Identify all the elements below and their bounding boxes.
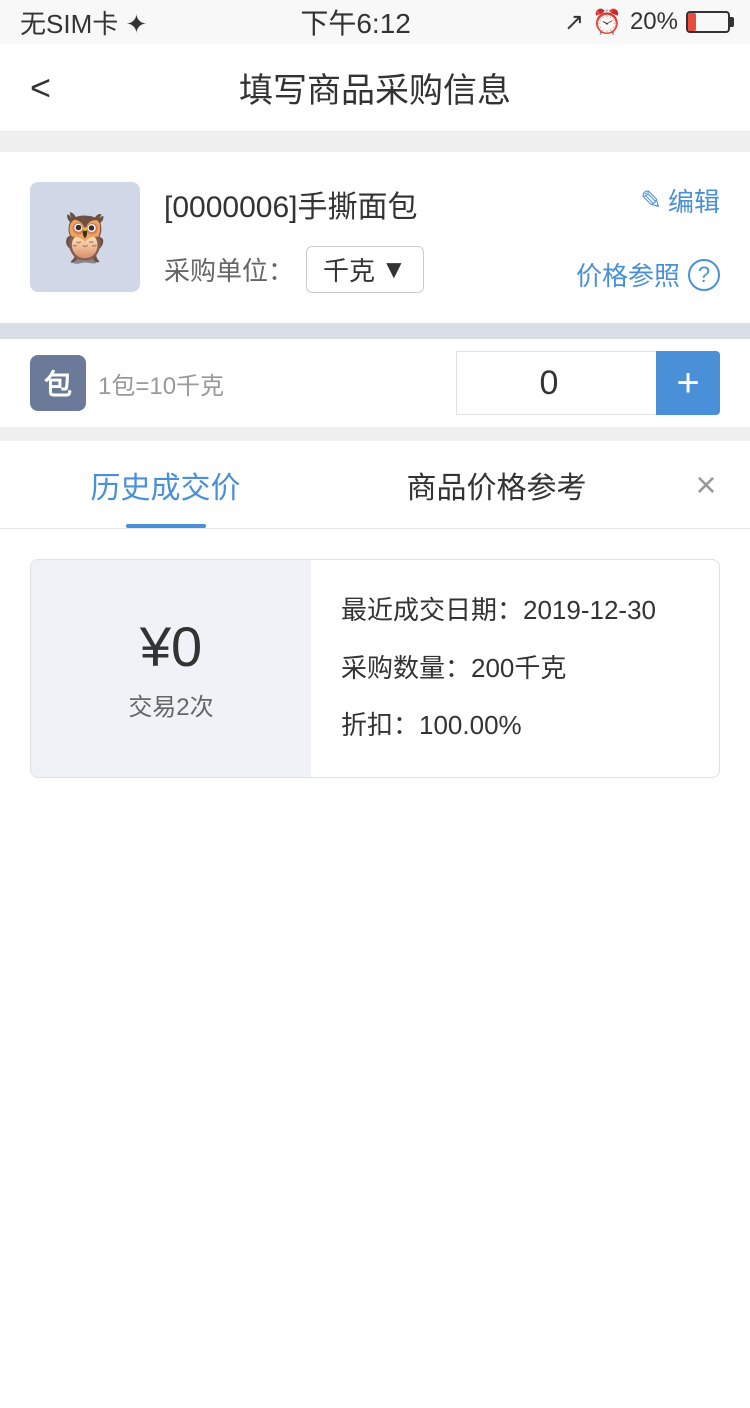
product-name: [0000006]手撕面包 <box>164 182 720 226</box>
status-left: 无SIM卡 ✦ <box>20 4 147 41</box>
quantity-input-group[interactable]: + <box>456 351 720 415</box>
dropdown-icon: ▼ <box>381 254 407 285</box>
location-icon: ↗ <box>564 8 584 37</box>
page-header: < 填写商品采购信息 <box>0 44 750 132</box>
edit-label: 编辑 <box>668 182 720 219</box>
unit-value: 千克 <box>323 251 375 288</box>
edit-button[interactable]: ✎ 编辑 <box>640 182 720 219</box>
quantity-unit-box: 包 <box>30 355 86 411</box>
transaction-count: 交易2次 <box>128 687 213 722</box>
tab-product-price-reference[interactable]: 商品价格参考 <box>331 441 662 528</box>
purchase-qty-row: 采购数量：200千克 <box>341 648 689 690</box>
price-value-display: ¥0 <box>140 614 202 679</box>
quantity-label: 包 1包=10千克 <box>30 355 224 411</box>
tab-historical-label: 历史成交价 <box>91 463 241 507</box>
price-card: ¥0 交易2次 最近成交日期：2019-12-30 采购数量：200千克 折扣：… <box>30 559 720 778</box>
section-divider <box>0 323 750 339</box>
main-content-bg <box>0 808 750 1408</box>
tab-product-label: 商品价格参考 <box>407 463 587 507</box>
edit-icon: ✎ <box>640 185 662 216</box>
help-icon: ? <box>688 259 720 291</box>
quantity-input[interactable] <box>456 351 656 415</box>
recent-date-row: 最近成交日期：2019-12-30 <box>341 590 689 632</box>
price-summary: ¥0 交易2次 <box>31 560 311 777</box>
purchase-qty-value: 200千克 <box>471 653 566 683</box>
carrier-text: 无SIM卡 ✦ <box>20 4 147 41</box>
product-card: 🦉 [0000006]手撕面包 采购单位： 千克 ▼ ✎ 编辑 价格参照 ? <box>0 152 750 323</box>
recent-date-value: 2019-12-30 <box>523 595 656 625</box>
quantity-row: 包 1包=10千克 + <box>0 339 750 427</box>
status-right: ↗ ⏰ 20% <box>564 8 730 37</box>
purchase-qty-label: 采购数量： <box>341 653 471 683</box>
purchase-unit-label: 采购单位： <box>164 251 294 288</box>
product-image: 🦉 <box>30 182 140 292</box>
currency-symbol: ¥ <box>140 615 171 678</box>
page-title: 填写商品采购信息 <box>239 63 511 112</box>
unit-select[interactable]: 千克 ▼ <box>306 246 424 293</box>
discount-row: 折扣：100.00% <box>341 705 689 747</box>
price-ref-label: 价格参照 <box>576 256 680 293</box>
back-button[interactable]: < <box>30 67 90 109</box>
tab-active-indicator <box>126 524 206 528</box>
price-details: 最近成交日期：2019-12-30 采购数量：200千克 折扣：100.00% <box>311 560 719 777</box>
product-logo-icon: 🦉 <box>55 209 115 266</box>
discount-label: 折扣： <box>341 710 419 740</box>
status-time: 下午6:12 <box>300 2 411 42</box>
tab-historical-price[interactable]: 历史成交价 <box>0 441 331 528</box>
tabs-container: 历史成交价 商品价格参考 × ¥0 交易2次 最近成交日期：2019-12-30… <box>0 441 750 1408</box>
battery-percent: 20% <box>630 8 678 36</box>
tabs-close-button[interactable]: × <box>662 441 750 529</box>
tabs-header: 历史成交价 商品价格参考 × <box>0 441 750 529</box>
status-bar: 无SIM卡 ✦ 下午6:12 ↗ ⏰ 20% <box>0 0 750 44</box>
price-reference-button[interactable]: 价格参照 ? <box>576 256 720 293</box>
battery-icon <box>686 11 730 33</box>
quantity-conversion: 1包=10千克 <box>98 366 224 401</box>
recent-date-label: 最近成交日期： <box>341 595 523 625</box>
discount-value: 100.00% <box>419 710 522 740</box>
price-number: 0 <box>171 615 202 678</box>
alarm-icon: ⏰ <box>592 8 622 37</box>
quantity-plus-button[interactable]: + <box>656 351 720 415</box>
